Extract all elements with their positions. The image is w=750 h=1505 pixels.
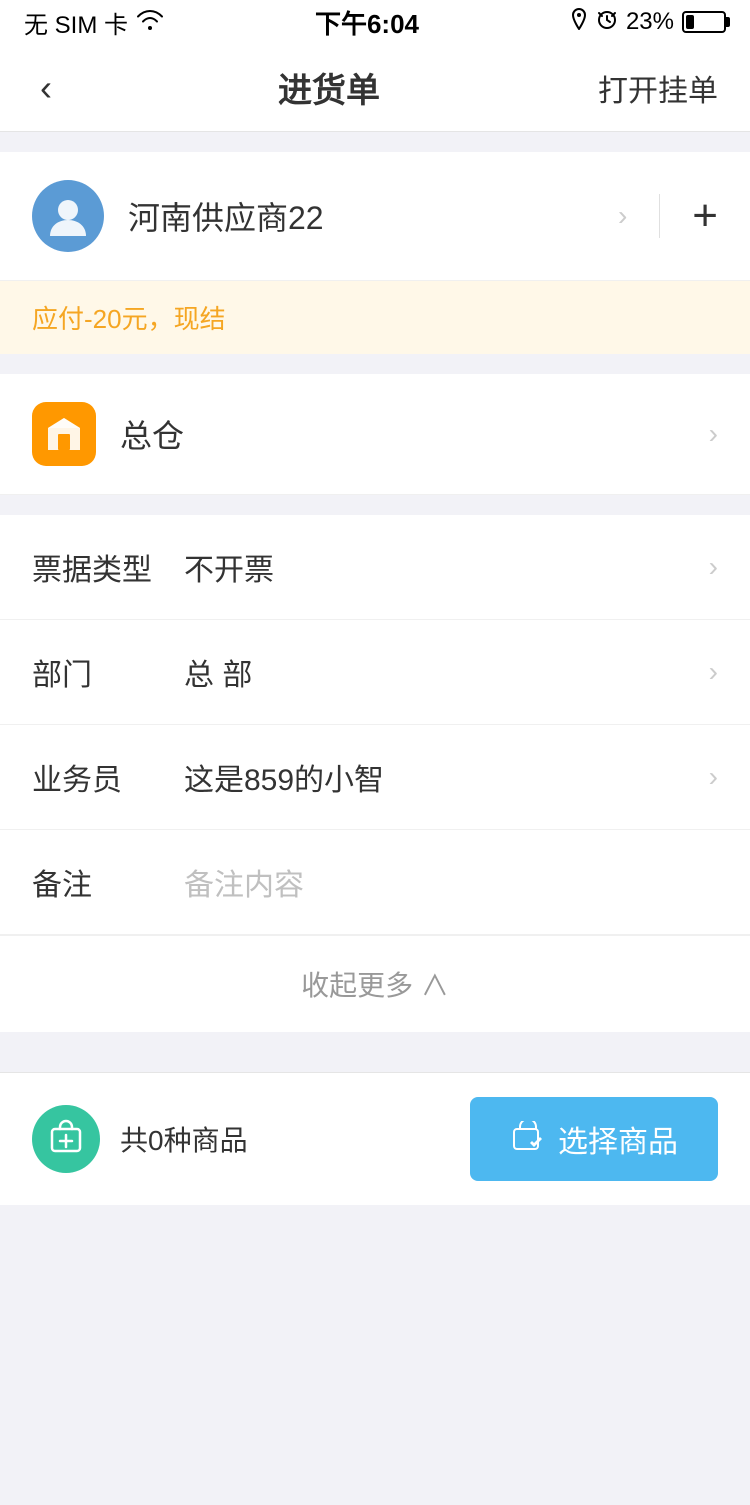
section-gap-1 <box>0 132 750 152</box>
status-left: 无 SIM 卡 <box>24 5 164 40</box>
vertical-divider <box>659 194 660 238</box>
warehouse-row[interactable]: 总仓 › <box>0 374 750 495</box>
supplier-section: 河南供应商22 › + 应付-20元，现结 <box>0 152 750 354</box>
bill-type-value: 不开票 <box>152 545 709 589</box>
supplier-avatar <box>32 180 104 252</box>
notice-text: 应付-20元，现结 <box>32 304 226 334</box>
warehouse-icon <box>32 402 96 466</box>
bill-type-row[interactable]: 票据类型 不开票 › <box>0 515 750 620</box>
page-title: 进货单 <box>278 63 380 112</box>
supplier-row[interactable]: 河南供应商22 › + <box>0 152 750 281</box>
section-gap-3 <box>0 495 750 515</box>
nav-bar: ‹ 进货单 打开挂单 <box>0 44 750 132</box>
alarm-icon <box>596 8 618 37</box>
warehouse-name: 总仓 <box>120 411 709 457</box>
supplier-name: 河南供应商22 <box>128 193 618 239</box>
bill-type-arrow-icon: › <box>709 551 718 583</box>
department-row[interactable]: 部门 总 部 › <box>0 620 750 725</box>
open-pending-button[interactable]: 打开挂单 <box>598 66 718 110</box>
salesman-arrow-icon: › <box>709 761 718 793</box>
select-product-button[interactable]: 选择商品 <box>470 1097 718 1181</box>
form-section: 票据类型 不开票 › 部门 总 部 › 业务员 这是859的小智 › 备注 备注… <box>0 515 750 1032</box>
department-label: 部门 <box>32 650 152 694</box>
section-gap-2 <box>0 354 750 374</box>
select-product-label: 选择商品 <box>558 1117 678 1161</box>
page-background <box>0 1205 750 1505</box>
status-bar: 无 SIM 卡 下午6:04 23% <box>0 0 750 44</box>
department-arrow-icon: › <box>709 656 718 688</box>
location-icon <box>570 8 588 37</box>
remark-placeholder[interactable]: 备注内容 <box>152 860 718 904</box>
department-value: 总 部 <box>152 650 709 694</box>
carrier-text: 无 SIM 卡 <box>24 5 128 40</box>
warehouse-arrow-icon: › <box>709 418 718 450</box>
bill-type-label: 票据类型 <box>32 545 152 589</box>
back-button[interactable]: ‹ <box>32 59 60 117</box>
product-icon <box>32 1105 100 1173</box>
remark-row[interactable]: 备注 备注内容 <box>0 830 750 935</box>
battery-percent: 23% <box>626 8 674 36</box>
add-supplier-button[interactable]: + <box>692 191 718 241</box>
salesman-value: 这是859的小智 <box>152 755 709 799</box>
section-gap-4 <box>0 1032 750 1052</box>
warehouse-section: 总仓 › <box>0 374 750 495</box>
status-right: 23% <box>570 8 726 37</box>
remark-label: 备注 <box>32 860 152 904</box>
notice-bar: 应付-20元，现结 <box>0 281 750 354</box>
product-count-text: 共0种商品 <box>120 1119 470 1159</box>
salesman-row[interactable]: 业务员 这是859的小智 › <box>0 725 750 830</box>
collapse-label: 收起更多 ∧ <box>301 964 449 1004</box>
bottom-bar: 共0种商品 选择商品 <box>0 1072 750 1205</box>
collapse-button[interactable]: 收起更多 ∧ <box>0 935 750 1032</box>
salesman-label: 业务员 <box>32 755 152 799</box>
battery-icon <box>682 11 726 33</box>
wifi-icon <box>136 8 164 37</box>
supplier-arrow-icon: › <box>618 200 627 232</box>
status-time: 下午6:04 <box>315 4 419 41</box>
